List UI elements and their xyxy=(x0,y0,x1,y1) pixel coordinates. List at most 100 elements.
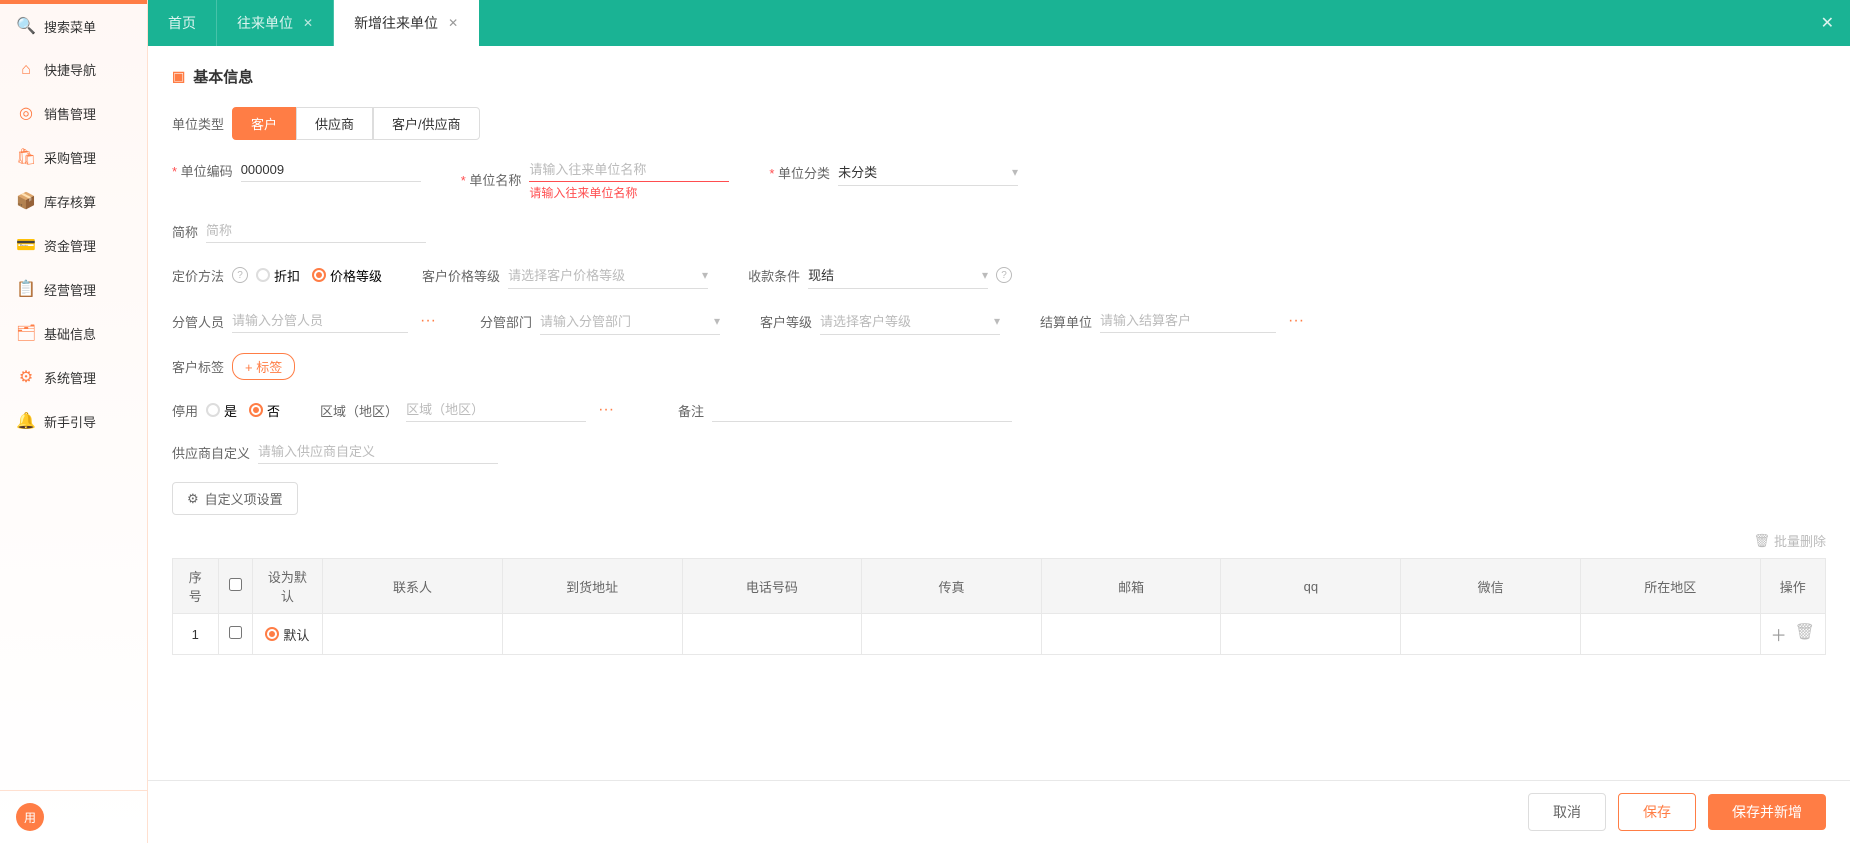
email-input[interactable] xyxy=(1052,627,1211,642)
customer-price-level-field: 客户价格等级 请选择客户价格等级 ▾ xyxy=(422,261,708,289)
unit-type-both-button[interactable]: 客户/供应商 xyxy=(373,107,480,140)
cell-region[interactable] xyxy=(1580,614,1760,655)
sidebar-item-finance[interactable]: 💳 资金管理 xyxy=(0,223,147,267)
cell-address[interactable] xyxy=(502,614,682,655)
short-name-input[interactable] xyxy=(206,219,426,243)
note-input[interactable] xyxy=(712,398,1012,422)
sidebar-item-basic[interactable]: 🗂 基础信息 xyxy=(0,311,147,355)
add-tag-button[interactable]: + 标签 xyxy=(232,353,295,380)
cell-seq: 1 xyxy=(173,614,219,655)
batch-delete-button[interactable]: 🗑 批量删除 xyxy=(1753,531,1826,550)
col-email: 邮箱 xyxy=(1041,559,1221,614)
pricing-help-icon[interactable]: ? xyxy=(232,267,248,283)
row-checkbox[interactable] xyxy=(229,626,242,639)
bottom-bar: 取消 保存 保存并新增 xyxy=(148,780,1850,843)
payment-terms-select[interactable]: 现结 ▾ xyxy=(808,261,988,289)
col-contact: 联系人 xyxy=(323,559,503,614)
sidebar-item-label: 采购管理 xyxy=(44,148,96,167)
sidebar-item-label: 库存核算 xyxy=(44,192,96,211)
sidebar-item-search[interactable]: 🔍 搜索菜单 xyxy=(0,4,147,48)
pricing-discount-option[interactable]: 折扣 xyxy=(256,266,300,285)
default-radio-item[interactable]: 默认 xyxy=(263,625,313,644)
manager-dots-button[interactable]: ··· xyxy=(416,312,440,330)
department-arrow-icon: ▾ xyxy=(714,314,720,328)
manager-input[interactable] xyxy=(232,309,408,333)
cell-default: 默认 xyxy=(252,614,323,655)
pricing-level-radio[interactable] xyxy=(312,268,326,282)
payment-terms-help-icon[interactable]: ? xyxy=(996,267,1012,283)
disabled-no-label: 否 xyxy=(267,401,280,420)
disabled-yes-option[interactable]: 是 xyxy=(206,401,237,420)
customer-tag-field: 客户标签 + 标签 xyxy=(172,353,295,380)
add-row-button[interactable]: ＋ xyxy=(1771,622,1787,646)
pricing-discount-radio[interactable] xyxy=(256,268,270,282)
sidebar-item-operations[interactable]: 📋 经营管理 xyxy=(0,267,147,311)
unit-code-input[interactable] xyxy=(241,158,421,182)
supplier-custom-input[interactable] xyxy=(258,440,498,464)
settlement-unit-dots-button[interactable]: ··· xyxy=(1284,312,1308,330)
basic-icon: 🗂 xyxy=(16,323,36,343)
unit-type-group: 客户 供应商 客户/供应商 xyxy=(232,107,480,140)
pricing-level-option[interactable]: 价格等级 xyxy=(312,266,382,285)
disabled-label: 停用 xyxy=(172,401,198,420)
cell-wechat[interactable] xyxy=(1401,614,1581,655)
custom-settings-button[interactable]: ⚙ 自定义项设置 xyxy=(172,482,298,515)
disabled-yes-radio[interactable] xyxy=(206,403,220,417)
unit-name-input[interactable] xyxy=(529,158,729,182)
disabled-no-option[interactable]: 否 xyxy=(249,401,280,420)
address-input[interactable] xyxy=(513,627,672,642)
unit-type-customer-button[interactable]: 客户 xyxy=(232,107,296,140)
sidebar-item-purchase[interactable]: 🛍 采购管理 xyxy=(0,135,147,179)
tab-home[interactable]: 首页 xyxy=(148,0,217,46)
cancel-button[interactable]: 取消 xyxy=(1528,793,1606,831)
contact-input[interactable] xyxy=(333,627,492,642)
default-radio[interactable] xyxy=(265,627,279,641)
default-radio-label: 默认 xyxy=(283,625,309,644)
qq-input[interactable] xyxy=(1231,627,1390,642)
customer-level-select[interactable]: 请选择客户等级 ▾ xyxy=(820,307,1000,335)
region-field: 区域（地区） ··· xyxy=(320,398,618,422)
department-select[interactable]: 请输入分管部门 ▾ xyxy=(540,307,720,335)
tab-partner[interactable]: 往来单位 ✕ xyxy=(217,0,334,46)
delete-row-button[interactable]: 🗑 xyxy=(1795,622,1815,646)
customer-price-level-select[interactable]: 请选择客户价格等级 ▾ xyxy=(508,261,708,289)
cell-fax[interactable] xyxy=(862,614,1042,655)
disabled-field: 停用 是 否 xyxy=(172,401,280,420)
wechat-input[interactable] xyxy=(1411,627,1570,642)
settlement-unit-input[interactable] xyxy=(1100,309,1276,333)
close-all-tabs-button[interactable]: ✕ xyxy=(1805,13,1850,33)
tab-partner-close-icon[interactable]: ✕ xyxy=(303,16,313,30)
select-all-checkbox[interactable] xyxy=(229,578,242,591)
cell-qq[interactable] xyxy=(1221,614,1401,655)
tab-new-partner[interactable]: 新增往来单位 ✕ xyxy=(334,0,479,46)
phone-input[interactable] xyxy=(693,627,852,642)
unit-type-supplier-button[interactable]: 供应商 xyxy=(296,107,373,140)
tab-new-partner-close-icon[interactable]: ✕ xyxy=(448,16,458,30)
unit-category-select[interactable]: 未分类 ▾ xyxy=(838,158,1018,186)
sidebar-item-system[interactable]: ⚙ 系统管理 xyxy=(0,355,147,399)
sidebar-item-inventory[interactable]: 📦 库存核算 xyxy=(0,179,147,223)
col-phone: 电话号码 xyxy=(682,559,862,614)
save-new-button[interactable]: 保存并新增 xyxy=(1708,794,1826,830)
region-input[interactable] xyxy=(406,398,586,422)
cell-email[interactable] xyxy=(1041,614,1221,655)
department-field: 分管部门 请输入分管部门 ▾ xyxy=(480,307,720,335)
cell-contact[interactable] xyxy=(323,614,503,655)
batch-delete-label: 批量删除 xyxy=(1774,531,1826,550)
sidebar-item-label: 新手引导 xyxy=(44,412,96,431)
custom-settings-label: 自定义项设置 xyxy=(205,489,283,508)
cell-checkbox xyxy=(218,614,252,655)
customer-level-placeholder: 请选择客户等级 xyxy=(820,311,911,330)
sidebar-item-quicknav[interactable]: ⌂ 快捷导航 xyxy=(0,48,147,91)
cell-phone[interactable] xyxy=(682,614,862,655)
sidebar-item-sales[interactable]: ◎ 销售管理 xyxy=(0,91,147,135)
fax-input[interactable] xyxy=(872,627,1031,642)
sidebar-item-guide[interactable]: 🔔 新手引导 xyxy=(0,399,147,443)
save-button[interactable]: 保存 xyxy=(1618,793,1696,831)
disabled-no-radio[interactable] xyxy=(249,403,263,417)
home-icon: ⌂ xyxy=(16,61,36,79)
region-input-cell[interactable] xyxy=(1591,627,1750,642)
region-label: 区域（地区） xyxy=(320,401,398,420)
region-dots-button[interactable]: ··· xyxy=(594,401,618,419)
pricing-level-label: 价格等级 xyxy=(330,266,382,285)
